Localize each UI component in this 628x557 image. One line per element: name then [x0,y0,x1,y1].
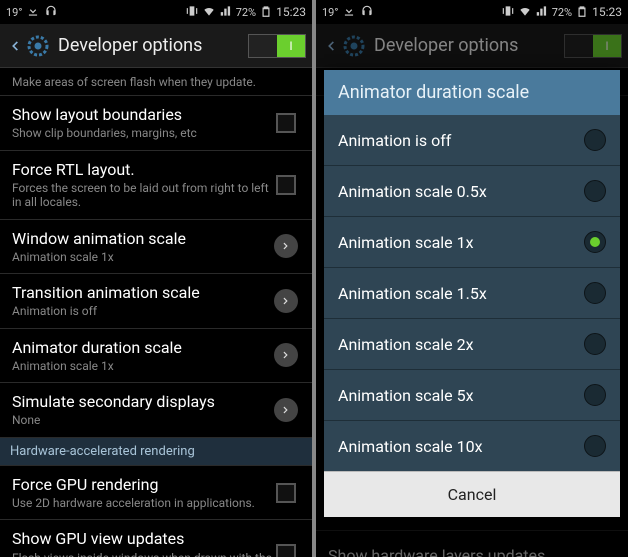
status-time: 15:23 [592,5,622,19]
row-flash-updates[interactable]: Make areas of screen flash when they upd… [0,68,312,96]
row-sub: None [12,413,272,427]
dialog-cancel-button[interactable]: Cancel [324,471,620,517]
wifi-icon [518,4,532,21]
signal-icon [535,4,549,21]
back-button [322,24,340,68]
settings-list[interactable]: Make areas of screen flash when they upd… [0,68,312,557]
status-battery-pct: 72% [552,6,572,19]
dialog-title: Animator duration scale [324,70,620,115]
section-hw-accel: Hardware-accelerated rendering [0,438,312,466]
chevron-right-icon [272,232,300,260]
header: Developer options I [0,24,312,68]
signal-icon [219,4,233,21]
master-toggle: I [564,34,622,58]
row-title: Show GPU view updates [12,529,272,548]
dialog-option[interactable]: Animation scale 2x [324,319,620,370]
radio-button[interactable] [584,435,606,457]
row-show-gpu-view-updates[interactable]: Show GPU view updates Flash views inside … [0,520,312,557]
radio-button[interactable] [584,384,606,406]
dialog-option-label: Animation is off [338,131,451,150]
checkbox[interactable] [272,540,300,557]
status-temp: 19° [6,6,22,19]
dialog-option-label: Animation scale 10x [338,437,483,456]
row-sub: Forces the screen to be laid out from ri… [12,181,272,210]
headphones-icon [360,4,374,21]
status-bar: 19° 72% 15:23 [0,0,312,24]
phone-left: 19° 72% 15:23 Developer options I Make a… [0,0,312,557]
row-show-layout-boundaries[interactable]: Show layout boundaries Show clip boundari… [0,96,312,151]
radio-button[interactable] [584,180,606,202]
checkbox[interactable] [272,479,300,507]
checkbox[interactable] [272,171,300,199]
download-icon [342,4,356,21]
master-toggle[interactable]: I [248,34,306,58]
row-window-animation-scale[interactable]: Window animation scale Animation scale 1x [0,220,312,275]
dialog-option-label: Animation scale 1x [338,233,474,252]
row-title: Simulate secondary displays [12,392,272,411]
row-title: Force RTL layout. [12,160,272,179]
page-title: Developer options [374,35,518,56]
gear-icon [24,32,52,60]
dialog-option-label: Animation scale 0.5x [338,182,487,201]
row-sub: Animation is off [12,304,272,318]
vibrate-icon [185,4,199,21]
page-title: Developer options [58,35,202,56]
row-sub: Animation scale 1x [12,359,272,373]
chevron-right-icon [272,396,300,424]
toggle-knob: I [277,35,305,57]
dialog-animator-duration-scale: Animator duration scale Animation is off… [324,70,620,517]
row-transition-animation-scale[interactable]: Transition animation scale Animation is o… [0,274,312,329]
battery-icon [575,4,589,21]
status-temp: 19° [322,6,338,19]
chevron-right-icon [272,287,300,315]
row-title: Animator duration scale [12,338,272,357]
wifi-icon [202,4,216,21]
row-sub: Animation scale 1x [12,250,272,264]
dialog-option-label: Animation scale 5x [338,386,474,405]
row-force-gpu-rendering[interactable]: Force GPU rendering Use 2D hardware accel… [0,466,312,521]
status-bar: 19° 72% 15:23 [316,0,628,24]
dialog-overlay: Animator duration scale Animation is off… [324,70,620,551]
dialog-option[interactable]: Animation scale 1.5x [324,268,620,319]
battery-icon [259,4,273,21]
row-sub: Use 2D hardware acceleration in applicat… [12,496,272,510]
header: Developer options I [316,24,628,68]
dialog-option[interactable]: Animation scale 5x [324,370,620,421]
download-icon [26,4,40,21]
row-title: Show layout boundaries [12,105,272,124]
row-title: Force GPU rendering [12,475,272,494]
gear-icon [340,32,368,60]
status-time: 15:23 [276,5,306,19]
chevron-right-icon [272,341,300,369]
radio-button[interactable] [584,129,606,151]
vibrate-icon [501,4,515,21]
radio-button[interactable] [584,282,606,304]
row-sub: Flash views inside windows when drawn wi… [12,551,272,557]
radio-button[interactable] [584,333,606,355]
dialog-option[interactable]: Animation is off [324,115,620,166]
headphones-icon [44,4,58,21]
row-sub: Make areas of screen flash when they upd… [12,75,300,89]
checkbox[interactable] [272,109,300,137]
status-battery-pct: 72% [236,6,256,19]
row-animator-duration-scale[interactable]: Animator duration scale Animation scale 1… [0,329,312,384]
row-title: Window animation scale [12,229,272,248]
row-force-rtl[interactable]: Force RTL layout. Forces the screen to be… [0,151,312,220]
dialog-option-label: Animation scale 2x [338,335,474,354]
back-button[interactable] [6,24,24,68]
row-title: Transition animation scale [12,283,272,302]
dialog-option[interactable]: Animation scale 10x [324,421,620,471]
phone-right: 19° 72% 15:23 Developer options I Make a… [316,0,628,557]
row-sub: Show clip boundaries, margins, etc [12,126,272,140]
dialog-option[interactable]: Animation scale 0.5x [324,166,620,217]
dialog-option-label: Animation scale 1.5x [338,284,487,303]
row-simulate-secondary-displays[interactable]: Simulate secondary displays None [0,383,312,438]
radio-button[interactable] [584,231,606,253]
dialog-option[interactable]: Animation scale 1x [324,217,620,268]
toggle-knob: I [593,35,621,57]
